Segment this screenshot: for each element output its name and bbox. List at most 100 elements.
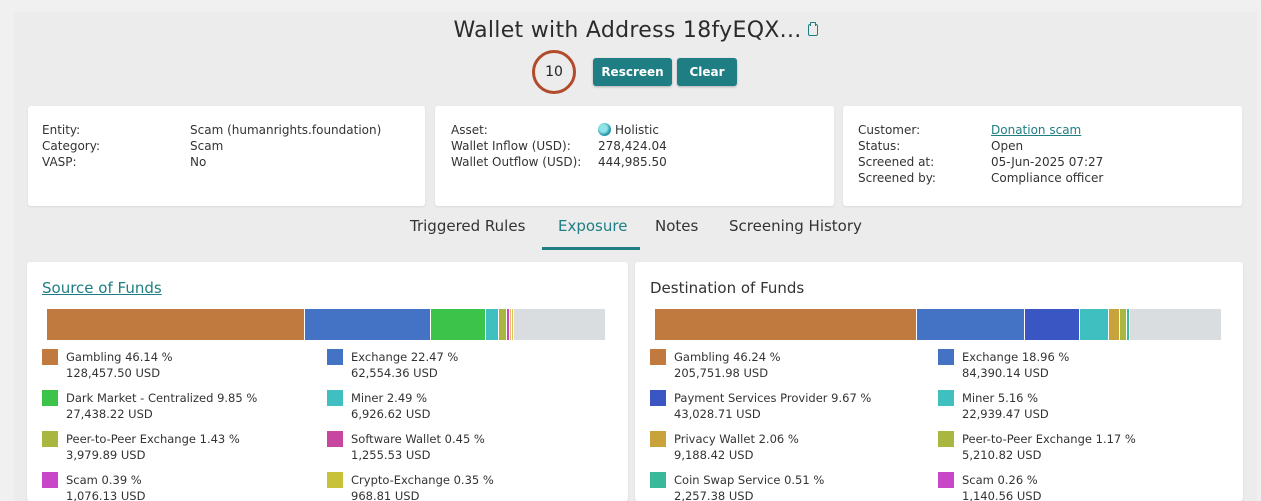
bar-segment[interactable] [47,309,305,340]
tab-bar: Triggered Rules Exposure Notes Screening… [14,217,1257,257]
bar-segment[interactable] [655,309,918,340]
legend-label: Payment Services Provider 9.67 % [674,391,872,405]
legend-swatch [327,472,343,488]
bar-segment[interactable] [1129,309,1222,340]
legend-label: Miner 2.49 % [351,391,428,405]
status-label: Status: [858,139,901,153]
asset-value: Holistic [615,123,659,137]
bar-segment[interactable] [430,309,486,340]
legend-label: Scam 0.39 % [66,473,142,487]
legend-usd: 6,926.62 USD [351,407,431,421]
legend-label: Privacy Wallet 2.06 % [674,432,799,446]
status-value: Open [991,139,1024,153]
legend-swatch [327,349,343,365]
legend-usd: 3,979.89 USD [66,448,146,462]
bar-segment[interactable] [304,309,431,340]
asset-card: Asset: Holistic Wallet Inflow (USD): 278… [435,106,834,206]
legend-swatch [42,472,58,488]
legend-label: Exchange 22.47 % [351,350,459,364]
customer-card: Customer: Donation scam Status: Open Scr… [843,106,1242,206]
screened-at-value: 05-Jun-2025 07:27 [991,155,1104,169]
outflow-label: Wallet Outflow (USD): [451,155,582,169]
legend-swatch [42,431,58,447]
bar-segment[interactable] [917,309,1025,340]
legend-swatch [42,390,58,406]
entity-label: Entity: [42,123,81,137]
legend-usd: 27,438.22 USD [66,407,153,421]
legend-label: Dark Market - Centralized 9.85 % [66,391,258,405]
bar-segment[interactable] [1108,309,1121,340]
legend-usd: 1,255.53 USD [351,448,431,462]
legend-usd: 128,457.50 USD [66,366,161,380]
screened-at-label: Screened at: [858,155,935,169]
legend-label: Peer-to-Peer Exchange 1.17 % [962,432,1136,446]
legend-label: Miner 5.16 % [962,391,1039,405]
source-of-funds-title[interactable]: Source of Funds [42,279,162,297]
bar-segment[interactable] [1024,309,1080,340]
legend-swatch [650,431,666,447]
legend-usd: 1,076.13 USD [66,489,146,501]
source-of-funds-card: Source of Funds Gambling 46.14 % 128,457.… [27,262,628,501]
legend-swatch [938,472,954,488]
score-row: 10 Rescreen Clear [14,50,1257,94]
category-label: Category: [42,139,100,153]
rescreen-button[interactable]: Rescreen [593,58,672,86]
title-row: Wallet with Address 18fyEQX... [14,18,1257,54]
legend-label: Crypto-Exchange 0.35 % [351,473,494,487]
legend-usd: 9,188.42 USD [674,448,754,462]
legend-usd: 43,028.71 USD [674,407,761,421]
clear-button[interactable]: Clear [677,58,737,86]
legend-swatch [327,431,343,447]
outflow-value: 444,985.50 [598,155,667,169]
legend-swatch [938,431,954,447]
legend-label: Coin Swap Service 0.51 % [674,473,825,487]
legend-usd: 968.81 USD [351,489,420,501]
bar-segment[interactable] [499,309,508,340]
tab-screening-history[interactable]: Screening History [729,217,862,247]
legend-swatch [938,349,954,365]
legend-swatch [650,349,666,365]
bar-segment[interactable] [1120,309,1128,340]
destination-of-funds-title: Destination of Funds [650,279,805,297]
page-title: Wallet with Address 18fyEQX... [453,18,802,43]
legend-usd: 5,210.82 USD [962,448,1042,462]
legend-usd: 62,554.36 USD [351,366,438,380]
legend-swatch [938,390,954,406]
inflow-label: Wallet Inflow (USD): [451,139,571,153]
legend-label: Scam 0.26 % [962,473,1038,487]
risk-score-badge: 10 [532,50,576,94]
legend-usd: 22,939.47 USD [962,407,1049,421]
wallet-screening-page: Wallet with Address 18fyEQX... 10 Rescre… [14,12,1257,501]
tab-triggered-rules[interactable]: Triggered Rules [410,217,525,247]
entity-value: Scam (humanrights.foundation) [190,123,382,137]
asset-label: Asset: [451,123,488,137]
destination-of-funds-bar [655,309,1222,340]
legend-swatch [327,390,343,406]
legend-label: Gambling 46.14 % [66,350,173,364]
legend-usd: 1,140.56 USD [962,489,1042,501]
source-of-funds-bar [47,309,606,340]
holistic-coin-icon [598,123,611,136]
legend-swatch [42,349,58,365]
legend-usd: 84,390.14 USD [962,366,1049,380]
legend-swatch [650,390,666,406]
customer-link[interactable]: Donation scam [991,122,1081,138]
legend-label: Software Wallet 0.45 % [351,432,485,446]
bar-segment[interactable] [514,309,606,340]
category-value: Scam [190,139,224,153]
vasp-label: VASP: [42,155,77,169]
clipboard-icon[interactable] [807,22,818,36]
inflow-value: 278,424.04 [598,139,667,153]
screened-by-label: Screened by: [858,171,936,185]
legend-label: Gambling 46.24 % [674,350,781,364]
entity-card: Entity: Scam (humanrights.foundation) Ca… [28,106,425,206]
legend-label: Peer-to-Peer Exchange 1.43 % [66,432,240,446]
tab-exposure[interactable]: Exposure [558,217,627,247]
screened-by-value: Compliance officer [991,171,1104,185]
bar-segment[interactable] [1079,309,1109,340]
tab-notes[interactable]: Notes [655,217,698,247]
bar-segment[interactable] [485,309,500,340]
vasp-value: No [190,155,207,169]
legend-label: Exchange 18.96 % [962,350,1070,364]
legend-usd: 2,257.38 USD [674,489,754,501]
